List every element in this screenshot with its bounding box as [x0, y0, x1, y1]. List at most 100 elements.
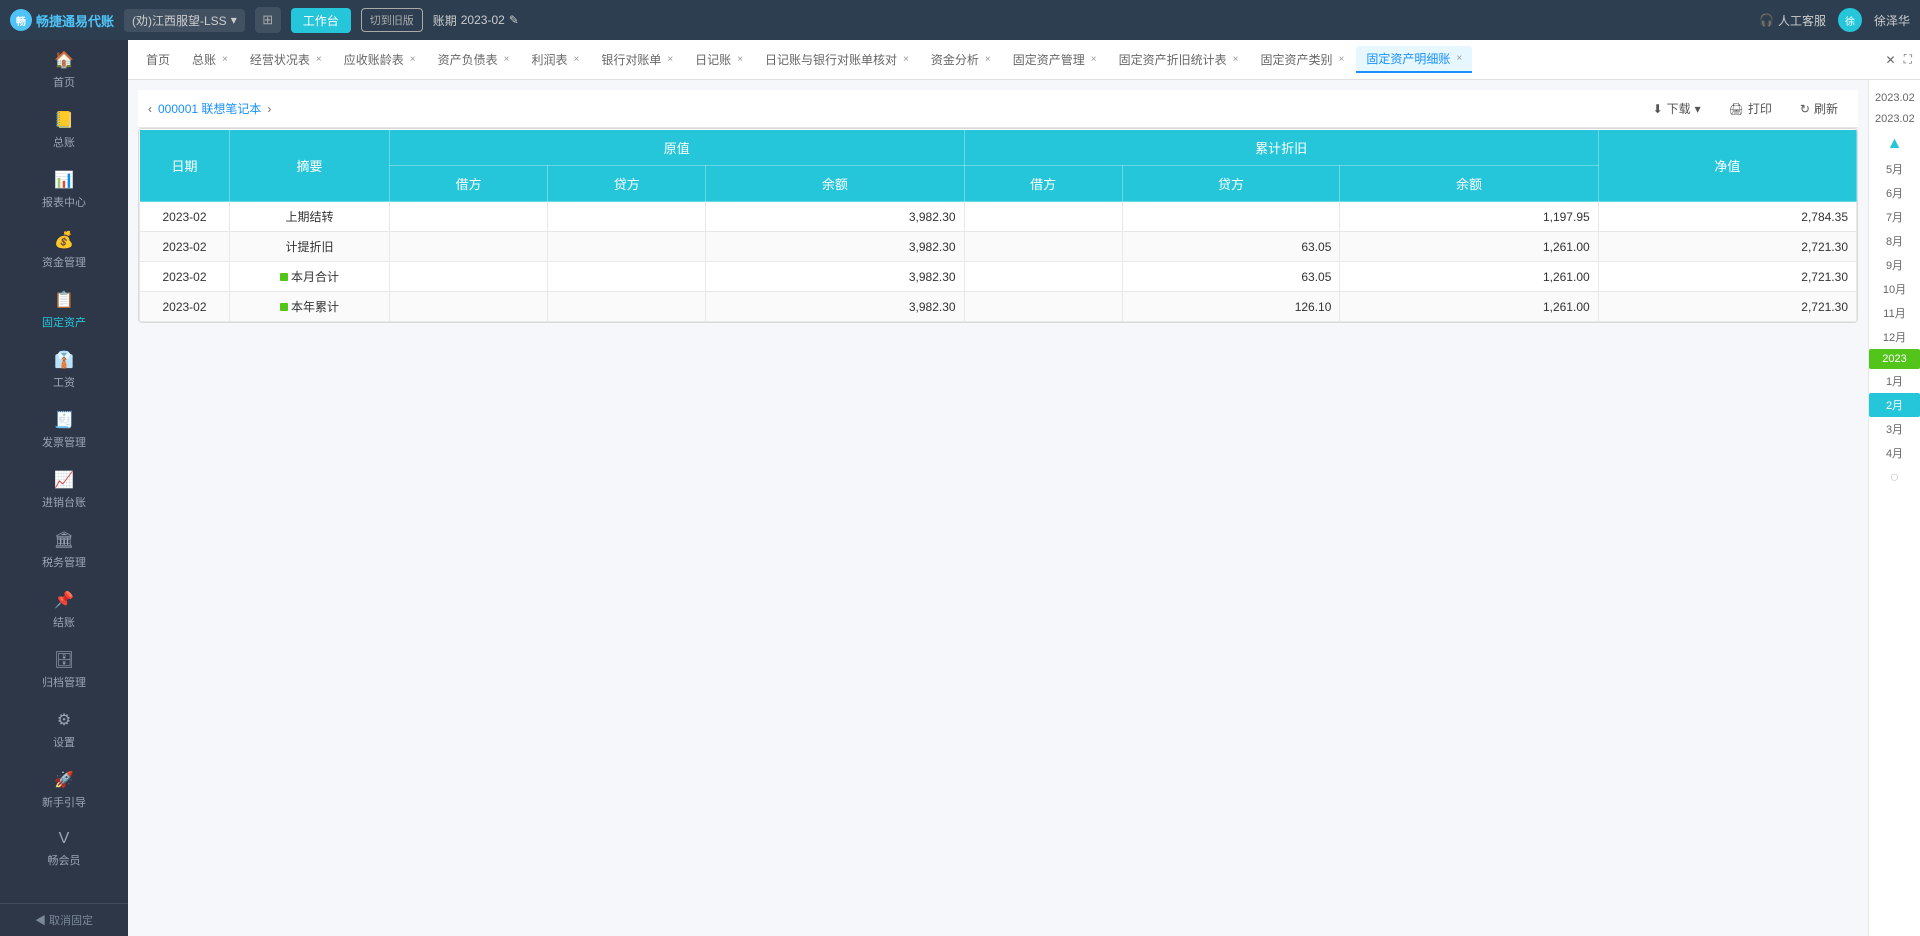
sidebar-collapse-button[interactable]: ◀ 取消固定 — [0, 903, 128, 936]
tab-actions: ✕ ⛶ — [1886, 52, 1912, 67]
refresh-button[interactable]: ↻ 刷新 — [1790, 96, 1848, 121]
sidebar-item-ledger[interactable]: 📒 总账 — [0, 100, 128, 160]
sidebar-item-home[interactable]: 🏠 首页 — [0, 40, 128, 100]
tab-bank-close[interactable]: × — [667, 54, 673, 65]
tab-ledger-close[interactable]: × — [222, 54, 228, 65]
tab-balance[interactable]: 资产负债表× — [428, 47, 520, 72]
table-cell: 1,261.00 — [1340, 292, 1598, 322]
tab-fa-depreciation[interactable]: 固定资产折旧统计表× — [1109, 47, 1249, 72]
table-cell: 2023-02 — [140, 232, 230, 262]
tab-home[interactable]: 首页 — [136, 47, 180, 72]
tab-journal-close[interactable]: × — [737, 54, 743, 65]
sidebar-item-reports[interactable]: 📊 报表中心 — [0, 160, 128, 220]
tab-receivable[interactable]: 应收账龄表× — [334, 47, 426, 72]
print-button[interactable]: 🖨 打印 — [1719, 96, 1782, 121]
user-service-button[interactable]: 🎧 人工客服 — [1759, 12, 1826, 29]
tab-capital-close[interactable]: × — [985, 54, 991, 65]
close-accounts-icon: 📌 — [54, 590, 74, 610]
workbench-button[interactable]: 工作台 — [291, 8, 351, 33]
edit-period-icon[interactable]: ✎ — [509, 13, 519, 27]
sidebar-item-archive[interactable]: 🗄 归档管理 — [0, 640, 128, 700]
th-desc: 摘要 — [230, 130, 390, 202]
content-area: 首页 总账× 经营状况表× 应收账龄表× 资产负债表× 利润表× 银行对账单× … — [128, 40, 1920, 936]
tab-biz-status[interactable]: 经营状况表× — [240, 47, 332, 72]
sidebar-item-invoice[interactable]: 🧾 发票管理 — [0, 400, 128, 460]
logo-text: 畅捷通易代账 — [36, 11, 114, 30]
right-month-5[interactable]: 5月 — [1869, 157, 1920, 181]
scroll-up-button[interactable]: ▲ — [1883, 131, 1907, 157]
right-month-4[interactable]: 4月 — [1869, 441, 1920, 465]
sidebar-item-salary[interactable]: 👔 工资 — [0, 340, 128, 400]
breadcrumb-prev-icon[interactable]: ‹ — [148, 102, 152, 116]
main-panel: ‹ 000001 联想笔记本 › ⬇ 下载 ▾ 🖨 — [128, 80, 1868, 936]
tab-reconcile[interactable]: 日记账与银行对账单核对× — [755, 47, 919, 72]
company-selector[interactable]: (劝)江西服望-LSS ▾ — [124, 9, 245, 32]
sidebar-item-guide[interactable]: 🚀 新手引导 — [0, 760, 128, 820]
right-month-7[interactable]: 7月 — [1869, 205, 1920, 229]
tab-fa-cat-close[interactable]: × — [1338, 54, 1344, 65]
breadcrumb-next-icon[interactable]: › — [267, 102, 271, 116]
table-cell: 2,784.35 — [1598, 202, 1856, 232]
right-month-12[interactable]: 12月 — [1869, 325, 1920, 349]
download-button[interactable]: ⬇ 下载 ▾ — [1643, 96, 1711, 121]
table-cell — [548, 262, 706, 292]
table-cell — [390, 292, 548, 322]
tab-journal[interactable]: 日记账× — [685, 47, 753, 72]
tag-label: 本年累计 — [280, 298, 339, 315]
right-month-11[interactable]: 11月 — [1869, 301, 1920, 325]
tab-fa-mgmt-close[interactable]: × — [1091, 54, 1097, 65]
tab-profit[interactable]: 利润表× — [521, 47, 589, 72]
tab-close-all-button[interactable]: ✕ — [1886, 53, 1896, 67]
capital-icon: 💰 — [54, 230, 74, 250]
right-year-label-top: 2023.02 — [1873, 88, 1916, 108]
old-version-button[interactable]: 切到旧版 — [361, 8, 423, 32]
tab-ledger[interactable]: 总账× — [182, 47, 238, 72]
logo-icon: 畅 — [10, 9, 32, 31]
tab-fa-detail-close[interactable]: × — [1456, 53, 1462, 64]
tab-fa-mgmt[interactable]: 固定资产管理× — [1003, 47, 1107, 72]
table-cell — [548, 292, 706, 322]
scroll-down-button[interactable]: ○ — [1886, 465, 1904, 491]
home-icon: 🏠 — [54, 50, 74, 70]
sidebar-item-capital[interactable]: 💰 资金管理 — [0, 220, 128, 280]
fixed-assets-detail-table: 日期 摘要 原值 累计折旧 净值 借方 贷方 余额 — [138, 128, 1858, 323]
right-year-2023-tag: 2023 — [1869, 349, 1920, 369]
table-cell: 2,721.30 — [1598, 292, 1856, 322]
tab-reconcile-close[interactable]: × — [903, 54, 909, 65]
tax-icon: 🏛 — [54, 530, 74, 550]
tab-fa-detail[interactable]: 固定资产明细账× — [1356, 46, 1472, 73]
sidebar-label-sales: 进销台账 — [42, 494, 86, 510]
sidebar-item-tax[interactable]: 🏛 税务管理 — [0, 520, 128, 580]
tab-fa-dep-close[interactable]: × — [1233, 54, 1239, 65]
right-month-8[interactable]: 8月 — [1869, 229, 1920, 253]
tab-fa-category[interactable]: 固定资产类别× — [1250, 47, 1354, 72]
right-month-10[interactable]: 10月 — [1869, 277, 1920, 301]
right-month-2[interactable]: 2月 — [1869, 393, 1920, 417]
tab-bank-statement[interactable]: 银行对账单× — [591, 47, 683, 72]
user-service-label: 人工客服 — [1778, 12, 1826, 29]
right-month-3[interactable]: 3月 — [1869, 417, 1920, 441]
tab-profit-close[interactable]: × — [573, 54, 579, 65]
tab-balance-close[interactable]: × — [504, 54, 510, 65]
green-dot-icon — [280, 273, 288, 281]
tab-biz-close[interactable]: × — [316, 54, 322, 65]
sidebar-label-ledger: 总账 — [53, 134, 75, 150]
right-month-1[interactable]: 1月 — [1869, 369, 1920, 393]
right-month-6[interactable]: 6月 — [1869, 181, 1920, 205]
sidebar-item-fixed-assets[interactable]: 📋 固定资产 — [0, 280, 128, 340]
sidebar-item-close[interactable]: 📌 结账 — [0, 580, 128, 640]
tab-receivable-close[interactable]: × — [410, 54, 416, 65]
sidebar-item-settings[interactable]: ⚙ 设置 — [0, 700, 128, 760]
breadcrumb-item[interactable]: 000001 联想笔记本 — [158, 100, 261, 117]
tab-expand-button[interactable]: ⛶ — [1904, 52, 1912, 67]
copy-button[interactable]: ⊞ — [255, 7, 281, 33]
sidebar-item-vip[interactable]: V 畅会员 — [0, 820, 128, 878]
sidebar-label-home: 首页 — [53, 74, 75, 90]
table-cell: 63.05 — [1122, 232, 1340, 262]
salary-icon: 👔 — [54, 350, 74, 370]
th-net: 净值 — [1598, 130, 1856, 202]
right-month-9[interactable]: 9月 — [1869, 253, 1920, 277]
sidebar-item-sales[interactable]: 📈 进销台账 — [0, 460, 128, 520]
sidebar-label-close: 结账 — [53, 614, 75, 630]
tab-capital-analysis[interactable]: 资金分析× — [921, 47, 1001, 72]
